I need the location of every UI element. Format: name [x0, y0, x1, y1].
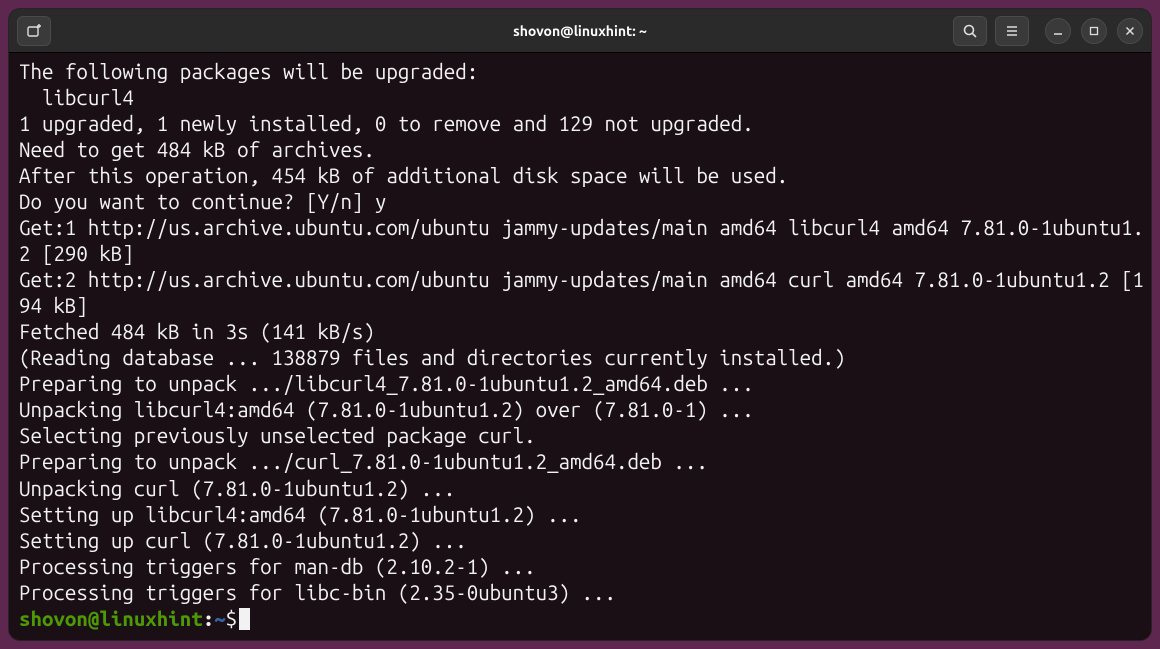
- prompt-host: linuxhint: [99, 607, 202, 630]
- prompt-user: shovon: [19, 607, 88, 630]
- prompt-colon: :: [203, 607, 214, 630]
- titlebar: shovon@linuxhint: ~: [9, 9, 1151, 53]
- close-icon: [1125, 26, 1135, 36]
- output-line: Selecting previously unselected package …: [19, 423, 1145, 449]
- output-line: Preparing to unpack .../curl_7.81.0-1ubu…: [19, 449, 1145, 475]
- titlebar-left: [17, 16, 51, 46]
- search-icon: [962, 23, 978, 39]
- terminal-body[interactable]: The following packages will be upgraded:…: [9, 53, 1151, 640]
- window-controls: [1045, 18, 1143, 44]
- output-line: Unpacking libcurl4:amd64 (7.81.0-1ubuntu…: [19, 397, 1145, 423]
- window-title: shovon@linuxhint: ~: [513, 23, 647, 39]
- titlebar-right: [953, 16, 1143, 46]
- prompt-at: @: [88, 607, 99, 630]
- new-tab-button[interactable]: [17, 16, 51, 46]
- output-line: Need to get 484 kB of archives.: [19, 137, 1145, 163]
- hamburger-icon: [1004, 23, 1020, 39]
- output-line: Setting up curl (7.81.0-1ubuntu1.2) ...: [19, 528, 1145, 554]
- new-tab-icon: [26, 23, 42, 39]
- menu-button[interactable]: [995, 16, 1029, 46]
- output-line: 1 upgraded, 1 newly installed, 0 to remo…: [19, 111, 1145, 137]
- output-line: Do you want to continue? [Y/n] y: [19, 189, 1145, 215]
- minimize-button[interactable]: [1045, 18, 1071, 44]
- maximize-icon: [1089, 26, 1099, 36]
- minimize-icon: [1053, 26, 1063, 36]
- terminal-window: shovon@linuxhint: ~: [8, 8, 1152, 641]
- output-line: Get:2 http://us.archive.ubuntu.com/ubunt…: [19, 267, 1145, 319]
- search-button[interactable]: [953, 16, 987, 46]
- prompt-sigil: $: [226, 607, 237, 630]
- close-button[interactable]: [1117, 18, 1143, 44]
- output-line: Get:1 http://us.archive.ubuntu.com/ubunt…: [19, 215, 1145, 267]
- output-line: Processing triggers for libc-bin (2.35-0…: [19, 580, 1145, 606]
- output-line: Preparing to unpack .../libcurl4_7.81.0-…: [19, 371, 1145, 397]
- output-line: Unpacking curl (7.81.0-1ubuntu1.2) ...: [19, 476, 1145, 502]
- maximize-button[interactable]: [1081, 18, 1107, 44]
- output-line: Processing triggers for man-db (2.10.2-1…: [19, 554, 1145, 580]
- output-line: Setting up libcurl4:amd64 (7.81.0-1ubunt…: [19, 502, 1145, 528]
- prompt-path: ~: [214, 607, 225, 630]
- cursor: [239, 608, 250, 630]
- output-line: libcurl4: [19, 85, 1145, 111]
- output-line: (Reading database ... 138879 files and d…: [19, 345, 1145, 371]
- terminal-output: The following packages will be upgraded:…: [19, 59, 1145, 606]
- output-line: The following packages will be upgraded:: [19, 59, 1145, 85]
- output-line: After this operation, 454 kB of addition…: [19, 163, 1145, 189]
- output-line: Fetched 484 kB in 3s (141 kB/s): [19, 319, 1145, 345]
